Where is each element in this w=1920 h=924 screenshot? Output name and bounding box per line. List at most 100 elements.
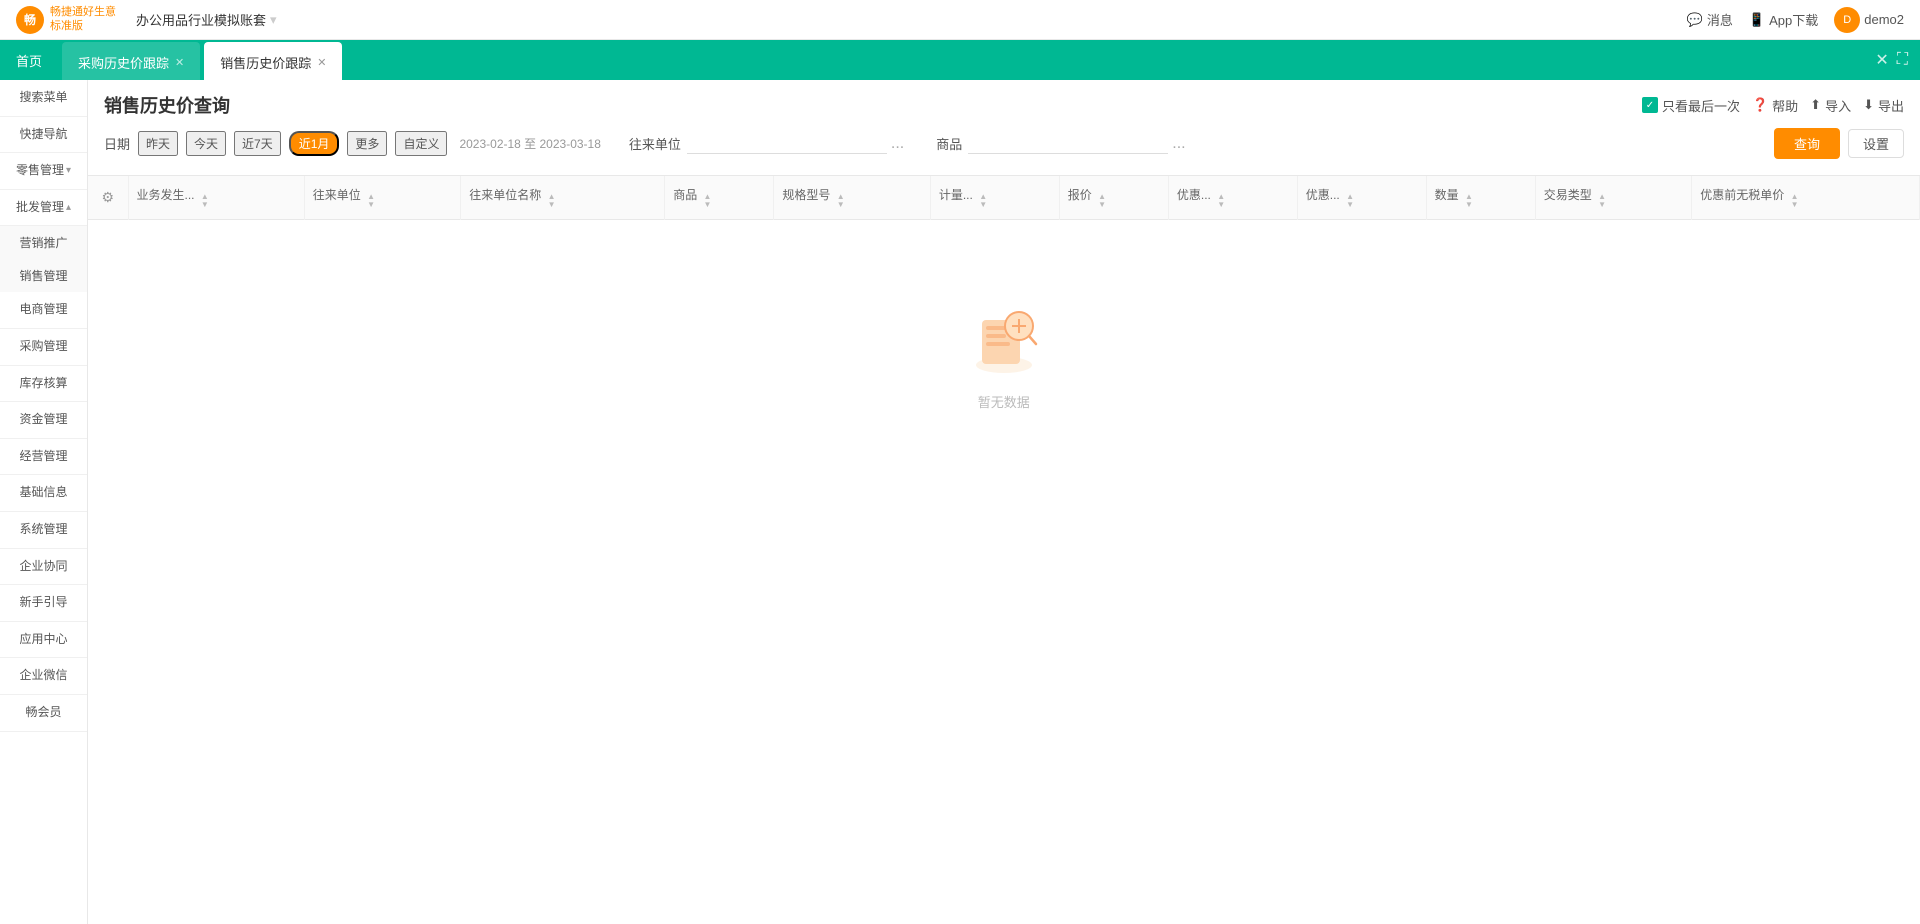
- only-last-label: 只看最后一次: [1662, 96, 1740, 115]
- avatar: D: [1834, 7, 1860, 33]
- sidebar-item-finance[interactable]: 资金管理: [0, 402, 87, 439]
- import-icon: ⬆: [1810, 97, 1821, 113]
- sort-icon: ▲▼: [837, 193, 845, 209]
- from-unit-input[interactable]: [687, 134, 887, 154]
- table-settings-col[interactable]: ⚙: [88, 176, 128, 220]
- sidebar-item-wholesale[interactable]: 批发管理 ▴: [0, 190, 87, 227]
- sort-icon: ▲▼: [1098, 193, 1106, 209]
- breadcrumb-chevron-icon: ▾: [270, 12, 277, 28]
- table-header-row: ⚙ 业务发生... ▲▼ 往来单位 ▲▼ 往来单位名称 ▲▼: [88, 176, 1920, 220]
- empty-text: 暂无数据: [978, 392, 1030, 411]
- sidebar-item-enterprise[interactable]: 企业协同: [0, 549, 87, 586]
- settings-button[interactable]: 设置: [1848, 129, 1904, 158]
- app-download-btn[interactable]: 📱 App下载: [1749, 10, 1818, 29]
- sidebar-item-search[interactable]: 搜索菜单: [0, 80, 87, 117]
- sidebar-item-operation[interactable]: 经营管理: [0, 439, 87, 476]
- wholesale-arrow-icon: ▴: [66, 201, 71, 214]
- from-unit-dots-icon[interactable]: ...: [891, 135, 904, 153]
- top-bar: 畅 畅捷通好生意 标准版 办公用品行业模拟账套 ▾ 💬 消息 📱 App下载 D…: [0, 0, 1920, 40]
- sort-icon: ▲▼: [704, 193, 712, 209]
- tab-close-all-icon[interactable]: ✕: [1875, 50, 1888, 70]
- query-button[interactable]: 查询: [1774, 128, 1840, 159]
- page-title: 销售历史价查询: [104, 92, 230, 118]
- tab-fullscreen-icon[interactable]: ⛶: [1897, 51, 1908, 69]
- top-bar-left: 畅 畅捷通好生意 标准版 办公用品行业模拟账套 ▾: [16, 6, 277, 34]
- goods-label: 商品: [936, 134, 962, 153]
- sidebar-item-marketing[interactable]: 营销推广: [0, 226, 87, 259]
- top-bar-right: 💬 消息 📱 App下载 D demo2: [1687, 7, 1904, 33]
- sidebar-item-sales[interactable]: 销售管理: [0, 259, 87, 292]
- goods-dots-icon[interactable]: ...: [1172, 135, 1185, 153]
- tab-purchase-close-icon[interactable]: ✕: [175, 56, 184, 69]
- tab-home-label: 首页: [16, 51, 42, 70]
- sidebar-item-appcenter[interactable]: 应用中心: [0, 622, 87, 659]
- col-partner[interactable]: 往来单位 ▲▼: [304, 176, 461, 220]
- sort-icon: ▲▼: [1465, 193, 1473, 209]
- date-btn-custom[interactable]: 自定义: [395, 131, 447, 156]
- page-header: 销售历史价查询 ✓ 只看最后一次 ❓ 帮助 ⬆ 导入 ⬇: [88, 80, 1920, 176]
- sidebar-item-purchase[interactable]: 采购管理: [0, 329, 87, 366]
- col-biz-date[interactable]: 业务发生... ▲▼: [128, 176, 304, 220]
- breadcrumb: 办公用品行业模拟账套 ▾: [136, 10, 277, 29]
- tab-purchase-history[interactable]: 采购历史价跟踪 ✕: [62, 42, 200, 82]
- col-discount2[interactable]: 优惠... ▲▼: [1297, 176, 1426, 220]
- col-price[interactable]: 报价 ▲▼: [1059, 176, 1168, 220]
- main-layout: 搜索菜单 快捷导航 零售管理 ▾ 批发管理 ▴ 营销推广 销售管理 电商管理 采: [0, 80, 1920, 924]
- sidebar-item-basic[interactable]: 基础信息: [0, 475, 87, 512]
- sidebar-item-inventory[interactable]: 库存核算: [0, 366, 87, 403]
- sidebar-item-wechat[interactable]: 企业微信: [0, 658, 87, 695]
- logo-icon: 畅: [16, 6, 44, 34]
- breadcrumb-text: 办公用品行业模拟账套: [136, 10, 266, 29]
- download-icon: 📱: [1749, 12, 1765, 28]
- date-btn-today[interactable]: 今天: [186, 131, 226, 156]
- tab-purchase-label: 采购历史价跟踪: [78, 53, 169, 72]
- only-last-checkbox[interactable]: ✓: [1642, 97, 1658, 113]
- empty-state-row: 暂无数据: [88, 220, 1920, 492]
- header-actions: ✓ 只看最后一次 ❓ 帮助 ⬆ 导入 ⬇ 导出: [1642, 96, 1904, 115]
- col-partner-name[interactable]: 往来单位名称 ▲▼: [461, 176, 665, 220]
- sidebar-item-ecommerce[interactable]: 电商管理: [0, 292, 87, 329]
- sort-icon: ▲▼: [979, 193, 987, 209]
- sidebar-item-newuser[interactable]: 新手引导: [0, 585, 87, 622]
- export-btn[interactable]: ⬇ 导出: [1863, 96, 1904, 115]
- empty-state: 暂无数据: [88, 220, 1920, 491]
- col-spec[interactable]: 规格型号 ▲▼: [774, 176, 931, 220]
- page-title-row: 销售历史价查询 ✓ 只看最后一次 ❓ 帮助 ⬆ 导入 ⬇: [104, 92, 1904, 118]
- logo-area: 畅 畅捷通好生意 标准版: [16, 6, 116, 34]
- col-quantity[interactable]: 数量 ▲▼: [1426, 176, 1535, 220]
- user-menu[interactable]: D demo2: [1834, 7, 1904, 33]
- export-icon: ⬇: [1863, 97, 1874, 113]
- import-btn[interactable]: ⬆ 导入: [1810, 96, 1851, 115]
- message-icon: 💬: [1687, 12, 1703, 28]
- message-btn[interactable]: 💬 消息: [1687, 10, 1733, 29]
- sidebar-item-system[interactable]: 系统管理: [0, 512, 87, 549]
- col-trade-type[interactable]: 交易类型 ▲▼: [1535, 176, 1692, 220]
- sort-icon: ▲▼: [1791, 193, 1799, 209]
- date-btn-more[interactable]: 更多: [347, 131, 387, 156]
- only-last-toggle[interactable]: ✓ 只看最后一次: [1642, 96, 1740, 115]
- tab-controls: ✕ ⛶: [1875, 50, 1920, 70]
- tab-bar: 首页 采购历史价跟踪 ✕ 销售历史价跟踪 ✕ ✕ ⛶: [0, 40, 1920, 80]
- table-gear-icon[interactable]: ⚙: [101, 189, 114, 205]
- help-btn[interactable]: ❓ 帮助: [1752, 96, 1798, 115]
- tab-home[interactable]: 首页: [0, 40, 58, 80]
- sort-icon: ▲▼: [1346, 193, 1354, 209]
- goods-input[interactable]: [968, 134, 1168, 154]
- col-unit[interactable]: 计量... ▲▼: [930, 176, 1059, 220]
- table-container: ⚙ 业务发生... ▲▼ 往来单位 ▲▼ 往来单位名称 ▲▼: [88, 176, 1920, 924]
- date-btn-1month[interactable]: 近1月: [289, 131, 340, 156]
- col-price-no-tax[interactable]: 优惠前无税单价 ▲▼: [1692, 176, 1920, 220]
- from-unit-label: 往来单位: [629, 134, 681, 153]
- sidebar: 搜索菜单 快捷导航 零售管理 ▾ 批发管理 ▴ 营销推广 销售管理 电商管理 采: [0, 80, 88, 924]
- date-btn-7days[interactable]: 近7天: [234, 131, 281, 156]
- col-goods[interactable]: 商品 ▲▼: [665, 176, 774, 220]
- tab-sales-history[interactable]: 销售历史价跟踪 ✕: [204, 42, 342, 82]
- date-btn-yesterday[interactable]: 昨天: [138, 131, 178, 156]
- sidebar-item-quicknav[interactable]: 快捷导航: [0, 117, 87, 154]
- empty-state-icon: [964, 300, 1044, 380]
- col-discount1[interactable]: 优惠... ▲▼: [1168, 176, 1297, 220]
- sidebar-item-retail[interactable]: 零售管理 ▾: [0, 153, 87, 190]
- sidebar-item-member[interactable]: 畅会员: [0, 695, 87, 732]
- help-icon: ❓: [1752, 97, 1768, 113]
- tab-sales-close-icon[interactable]: ✕: [317, 56, 326, 69]
